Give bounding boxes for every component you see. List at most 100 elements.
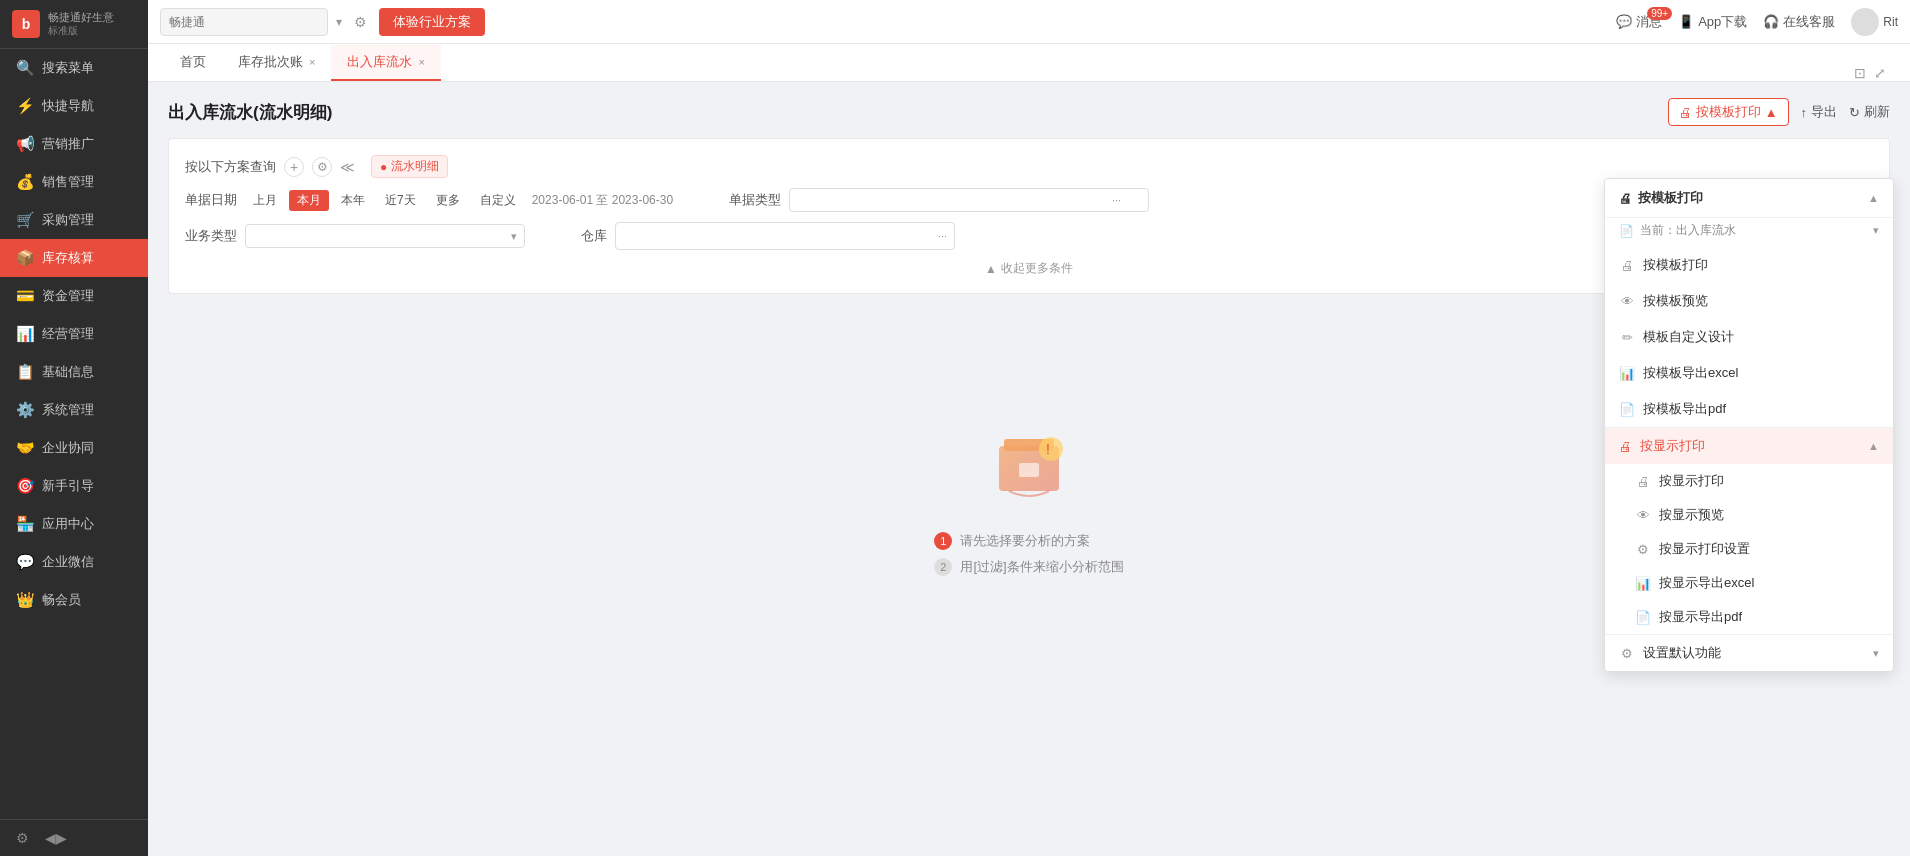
tabs-bar: 首页 库存批次账 × 出入库流水 × ⊡ ⤢ xyxy=(148,44,1910,82)
sidebar-icon-purchase: 🛒 xyxy=(16,211,34,229)
svg-text:!: ! xyxy=(1046,441,1050,457)
sidebar-label-sales: 销售管理 xyxy=(42,173,94,191)
type-select[interactable] xyxy=(789,188,1149,212)
sidebar-icon-member: 👑 xyxy=(16,591,34,609)
tab-home[interactable]: 首页 xyxy=(164,45,222,81)
sidebar-item-cooperation[interactable]: 🤝 企业协同 xyxy=(0,429,148,467)
template-pdf-item[interactable]: 📄 按模板导出pdf xyxy=(1605,391,1893,427)
main-area: ▾ ⚙ 体验行业方案 💬 消息 99+ 📱 App下载 🎧 在线客服 Rit xyxy=(148,0,1910,856)
business-select[interactable] xyxy=(245,224,525,248)
tab-flow[interactable]: 出入库流水 × xyxy=(331,45,440,81)
date-last-7days[interactable]: 近7天 xyxy=(377,190,424,211)
export-label: 导出 xyxy=(1811,103,1837,121)
message-badge: 99+ xyxy=(1647,7,1672,20)
sidebar-item-finance[interactable]: 💳 资金管理 xyxy=(0,277,148,315)
sidebar-item-wechat[interactable]: 💬 企业微信 xyxy=(0,543,148,581)
empty-step-2: 2 用[过滤]条件来缩小分析范围 xyxy=(934,558,1123,576)
tab-batch[interactable]: 库存批次账 × xyxy=(222,45,331,81)
date-current-month[interactable]: 本月 xyxy=(289,190,329,211)
sidebar-item-guide[interactable]: 🎯 新手引导 xyxy=(0,467,148,505)
sidebar-label-inventory: 库存核算 xyxy=(42,249,94,267)
warehouse-ellipsis[interactable]: ··· xyxy=(938,230,947,242)
template-excel-item[interactable]: 📊 按模板导出excel xyxy=(1605,355,1893,391)
current-icon: 📄 xyxy=(1619,224,1634,238)
dropdown-footer[interactable]: ⚙ 设置默认功能 ▾ xyxy=(1605,635,1893,671)
sidebar-item-search[interactable]: 🔍 搜索菜单 xyxy=(0,49,148,87)
sidebar-label-purchase: 采购管理 xyxy=(42,211,94,229)
type-select-ellipsis[interactable]: ··· xyxy=(1112,194,1121,206)
dp-pdf-icon: 📄 xyxy=(1635,609,1651,625)
template-print-item[interactable]: 🖨 按模板打印 xyxy=(1605,247,1893,283)
warehouse-input[interactable] xyxy=(615,222,955,250)
tab-flow-close[interactable]: × xyxy=(418,56,424,68)
sidebar-icon-search: 🔍 xyxy=(16,59,34,77)
trial-button[interactable]: 体验行业方案 xyxy=(379,8,485,36)
page-title-actions: 🖨 按模板打印 ▲ ↑ 导出 ↻ 刷新 xyxy=(1668,98,1890,126)
sidebar-label-wechat: 企业微信 xyxy=(42,553,94,571)
sidebar-item-inventory[interactable]: 📦 库存核算 xyxy=(0,239,148,277)
sidebar-icon-cooperation: 🤝 xyxy=(16,439,34,457)
avatar xyxy=(1851,8,1879,36)
print-template-button[interactable]: 🖨 按模板打印 ▲ xyxy=(1668,98,1789,126)
sidebar-item-member[interactable]: 👑 畅会员 xyxy=(0,581,148,619)
app-name-block: 畅捷通好生意 标准版 xyxy=(48,10,114,38)
sidebar-item-appstore[interactable]: 🏪 应用中心 xyxy=(0,505,148,543)
print-arrow-up: ▲ xyxy=(1765,105,1778,120)
filter-add-button[interactable]: + xyxy=(284,157,304,177)
footer-gear-icon: ⚙ xyxy=(1619,645,1635,661)
tab-restore-icon[interactable]: ⊡ xyxy=(1854,65,1866,81)
user-avatar-area[interactable]: Rit xyxy=(1851,8,1898,36)
footer-arrow: ▾ xyxy=(1873,647,1879,660)
template-preview-item[interactable]: 👁 按模板预览 xyxy=(1605,283,1893,319)
topbar-gear-icon[interactable]: ⚙ xyxy=(354,14,367,30)
topbar-search-input[interactable] xyxy=(160,8,328,36)
collapse-up-icon: ▲ xyxy=(985,262,997,276)
date-last-month[interactable]: 上月 xyxy=(245,190,285,211)
tab-bar-actions: ⊡ ⤢ xyxy=(1846,65,1894,81)
sidebar-item-sales[interactable]: 💰 销售管理 xyxy=(0,163,148,201)
display-preview-item[interactable]: 👁 按显示预览 xyxy=(1605,498,1893,532)
display-print-settings-item[interactable]: ⚙ 按显示打印设置 xyxy=(1605,532,1893,566)
sidebar-item-shortcut[interactable]: ⚡ 快捷导航 xyxy=(0,87,148,125)
date-current-year[interactable]: 本年 xyxy=(333,190,373,211)
refresh-icon: ↻ xyxy=(1849,105,1860,120)
sidebar-item-marketing[interactable]: 📢 营销推广 xyxy=(0,125,148,163)
date-label: 单据日期 xyxy=(185,191,237,209)
display-excel-item[interactable]: 📊 按显示导出excel xyxy=(1605,566,1893,600)
collapse-icon[interactable]: ◀▶ xyxy=(45,830,67,846)
empty-steps: 1 请先选择要分析的方案 2 用[过滤]条件来缩小分析范围 xyxy=(934,532,1123,576)
template-design-item[interactable]: ✏ 模板自定义设计 xyxy=(1605,319,1893,355)
settings-icon[interactable]: ⚙ xyxy=(16,830,29,846)
refresh-button[interactable]: ↻ 刷新 xyxy=(1849,103,1890,121)
sidebar-item-system[interactable]: ⚙️ 系统管理 xyxy=(0,391,148,429)
filter-header-row: 按以下方案查询 + ⚙ ≪ ● 流水明细 xyxy=(185,155,1873,178)
filter-settings-button[interactable]: ⚙ xyxy=(312,157,332,177)
sidebar-label-system: 系统管理 xyxy=(42,401,94,419)
filter-collapse-icon[interactable]: ≪ xyxy=(340,159,355,175)
date-more[interactable]: 更多 xyxy=(428,190,468,211)
dp-collapse-icon[interactable]: ▲ xyxy=(1868,440,1879,452)
sidebar-icon-finance: 💳 xyxy=(16,287,34,305)
message-action[interactable]: 💬 消息 99+ xyxy=(1616,13,1662,31)
display-print-item[interactable]: 🖨 按显示打印 xyxy=(1605,464,1893,498)
tab-batch-close[interactable]: × xyxy=(309,56,315,68)
collapse-label: 收起更多条件 xyxy=(1001,260,1073,277)
username-label: Rit xyxy=(1883,15,1898,29)
export-button[interactable]: ↑ 导出 xyxy=(1801,103,1838,121)
collapse-button[interactable]: ▲ 收起更多条件 xyxy=(985,260,1073,277)
tp-pdf-icon: 📄 xyxy=(1619,401,1635,417)
sidebar-icon-sales: 💰 xyxy=(16,173,34,191)
sidebar-icon-shortcut: ⚡ xyxy=(16,97,34,115)
date-custom[interactable]: 自定义 xyxy=(472,190,524,211)
sidebar-item-operations[interactable]: 📊 经营管理 xyxy=(0,315,148,353)
online-service-action[interactable]: 🎧 在线客服 xyxy=(1763,13,1835,31)
current-arrow[interactable]: ▾ xyxy=(1873,224,1879,237)
sidebar-item-basic[interactable]: 📋 基础信息 xyxy=(0,353,148,391)
display-pdf-item[interactable]: 📄 按显示导出pdf xyxy=(1605,600,1893,634)
display-print-header[interactable]: 🖨 按显示打印 ▲ xyxy=(1605,428,1893,464)
dropdown-collapse-arrow[interactable]: ▲ xyxy=(1868,192,1879,204)
app-download-action[interactable]: 📱 App下载 xyxy=(1678,13,1747,31)
sidebar-item-purchase[interactable]: 🛒 采购管理 xyxy=(0,201,148,239)
tab-expand-icon[interactable]: ⤢ xyxy=(1874,65,1886,81)
topbar-search-chevron[interactable]: ▾ xyxy=(336,15,342,29)
